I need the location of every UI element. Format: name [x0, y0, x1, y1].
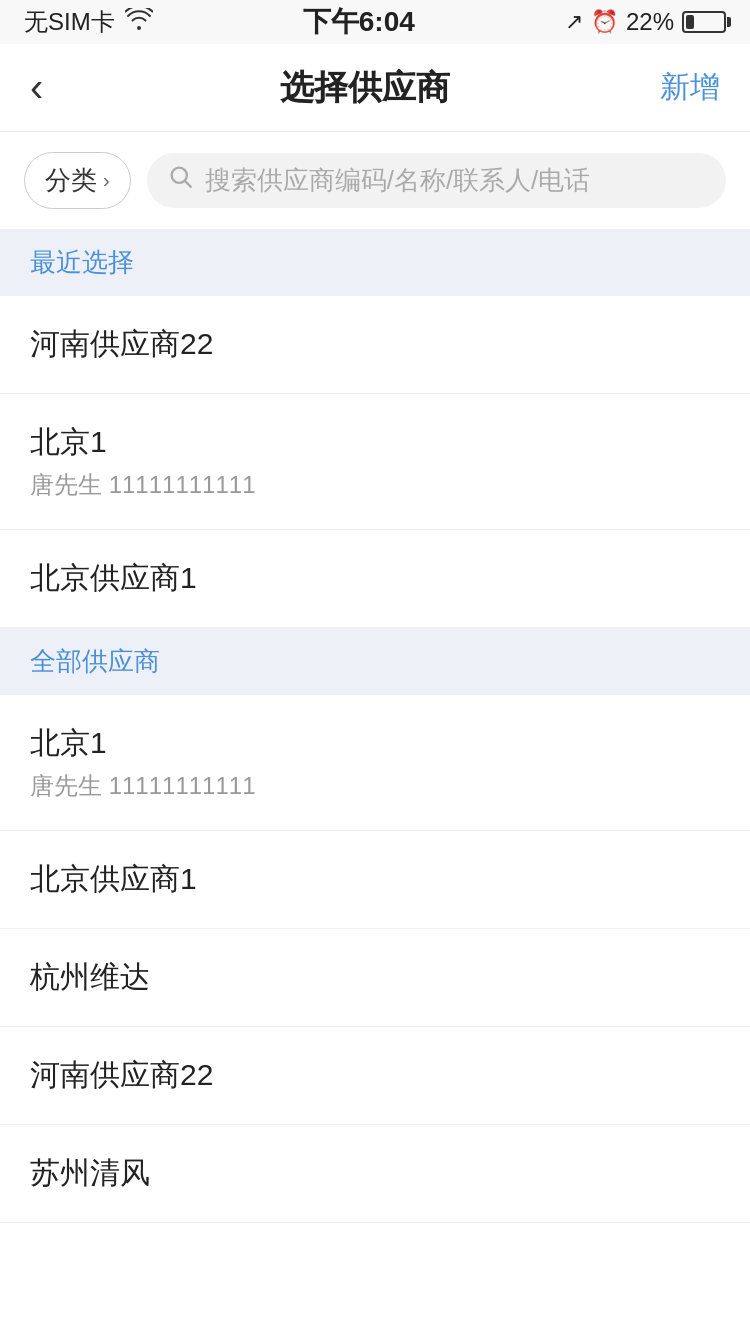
- list-item[interactable]: 北京1 唐先生 11111111111: [0, 394, 750, 530]
- list-item[interactable]: 北京供应商1: [0, 831, 750, 929]
- recent-section-header: 最近选择: [0, 229, 750, 296]
- svg-point-0: [171, 168, 186, 183]
- item-name: 北京供应商1: [30, 558, 720, 599]
- location-icon: ↗: [565, 9, 583, 35]
- nav-bar: ‹ 选择供应商 新增: [0, 44, 750, 132]
- status-carrier-wifi: 无SIM卡: [24, 6, 153, 38]
- search-placeholder: 搜索供应商编码/名称/联系人/电话: [205, 163, 591, 198]
- list-item[interactable]: 苏州清风: [0, 1125, 750, 1223]
- all-section-header: 全部供应商: [0, 628, 750, 695]
- status-time: 下午6:04: [303, 3, 415, 41]
- wifi-icon: [125, 8, 153, 36]
- item-name: 北京1: [30, 422, 720, 463]
- item-name: 河南供应商22: [30, 324, 720, 365]
- list-item[interactable]: 河南供应商22: [0, 296, 750, 394]
- list-item[interactable]: 北京供应商1: [0, 530, 750, 628]
- add-button[interactable]: 新增: [640, 67, 720, 108]
- battery-text: 22%: [626, 8, 674, 36]
- all-list: 北京1 唐先生 11111111111 北京供应商1 杭州维达 河南供应商22 …: [0, 695, 750, 1223]
- item-sub: 唐先生 11111111111: [30, 770, 720, 802]
- battery-icon: [682, 11, 726, 33]
- list-item[interactable]: 河南供应商22: [0, 1027, 750, 1125]
- search-icon: [167, 163, 195, 198]
- back-button[interactable]: ‹: [30, 65, 90, 110]
- item-name: 北京1: [30, 723, 720, 764]
- page-title: 选择供应商: [280, 65, 450, 111]
- alarm-icon: ⏰: [591, 9, 618, 35]
- list-item[interactable]: 北京1 唐先生 11111111111: [0, 695, 750, 831]
- all-section-label: 全部供应商: [30, 646, 160, 676]
- recent-section-label: 最近选择: [30, 247, 134, 277]
- item-sub: 唐先生 11111111111: [30, 469, 720, 501]
- svg-line-1: [185, 181, 191, 187]
- category-button[interactable]: 分类 ›: [24, 152, 131, 209]
- item-name: 苏州清风: [30, 1153, 720, 1194]
- search-input-wrap[interactable]: 搜索供应商编码/名称/联系人/电话: [147, 153, 726, 208]
- carrier-text: 无SIM卡: [24, 6, 115, 38]
- category-label: 分类: [45, 163, 97, 198]
- item-name: 河南供应商22: [30, 1055, 720, 1096]
- status-icons: ↗ ⏰ 22%: [565, 8, 726, 36]
- recent-list: 河南供应商22 北京1 唐先生 11111111111 北京供应商1: [0, 296, 750, 628]
- chevron-right-icon: ›: [103, 169, 110, 192]
- search-bar: 分类 › 搜索供应商编码/名称/联系人/电话: [0, 132, 750, 229]
- item-name: 北京供应商1: [30, 859, 720, 900]
- list-item[interactable]: 杭州维达: [0, 929, 750, 1027]
- item-name: 杭州维达: [30, 957, 720, 998]
- status-bar: 无SIM卡 下午6:04 ↗ ⏰ 22%: [0, 0, 750, 44]
